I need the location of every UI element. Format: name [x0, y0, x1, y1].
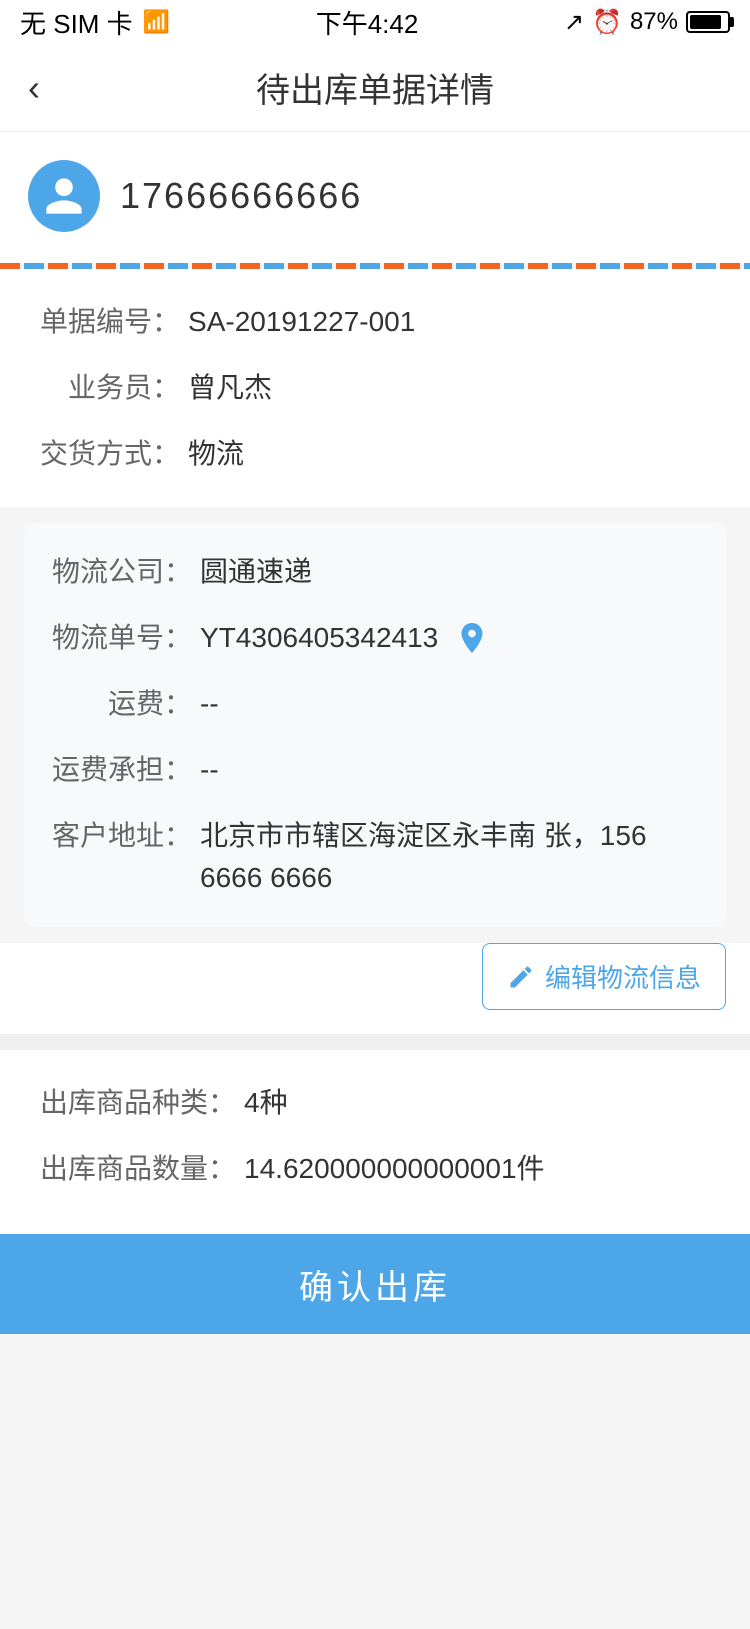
confirm-button[interactable]: 确认出库: [0, 1234, 750, 1334]
status-bar: 无 SIM 卡 📶 下午4:42 ↗ ⏰ 87%: [0, 0, 750, 44]
location-status-icon: ↗: [564, 8, 584, 37]
delivery-row: 交货方式： 物流: [40, 433, 710, 475]
edit-logistics-label: 编辑物流信息: [545, 958, 701, 995]
address-row: 客户地址： 北京市市辖区海淀区永丰南 张，156 6666 6666: [52, 815, 698, 899]
alarm-icon: ⏰: [592, 8, 622, 37]
order-no-row: 单据编号： SA-20191227-001: [40, 301, 710, 343]
freight-bearer-label: 运费承担：: [52, 749, 192, 791]
salesman-label: 业务员：: [40, 367, 180, 409]
tracking-value-row: YT43064053424​13: [192, 617, 698, 659]
goods-types-value: 4种: [236, 1082, 710, 1124]
tracking-row: 物流单号： YT43064053424​13: [52, 617, 698, 659]
content: 17666666666 单据编号： SA-20191227-001 业务员： 曾…: [0, 132, 750, 1629]
nav-bar: ‹ 待出库单据详情: [0, 44, 750, 132]
goods-quantity-row: 出库商品数量： 14.620000000000001件: [40, 1148, 710, 1190]
logistics-box: 物流公司： 圆通速递 物流单号： YT43064053424​13 运费： --…: [24, 523, 726, 927]
user-phone: 17666666666: [120, 175, 362, 217]
edit-btn-row: 编辑物流信息: [0, 943, 750, 1034]
freight-bearer-row: 运费承担： --: [52, 749, 698, 791]
avatar: [28, 160, 100, 232]
salesman-row: 业务员： 曾凡杰: [40, 367, 710, 409]
battery-fill: [690, 15, 721, 29]
logistics-company-label: 物流公司：: [52, 551, 192, 593]
user-icon: [42, 174, 86, 218]
battery-indicator: [686, 11, 730, 33]
goods-quantity-value: 14.620000000000001件: [236, 1148, 710, 1190]
tracking-label: 物流单号：: [52, 617, 192, 659]
status-left: 无 SIM 卡 📶: [20, 4, 170, 41]
freight-value: --: [192, 683, 698, 725]
logistics-company-value: 圆通速递: [192, 551, 698, 593]
goods-quantity-label: 出库商品数量：: [40, 1148, 236, 1190]
order-no-value: SA-20191227-001: [180, 301, 710, 343]
tracking-no: YT43064053424​13: [200, 617, 438, 659]
page-title: 待出库单据详情: [256, 63, 494, 112]
status-time: 下午4:42: [316, 4, 419, 41]
delivery-value: 物流: [180, 433, 710, 475]
confirm-button-label: 确认出库: [299, 1260, 451, 1309]
battery-icon: [686, 11, 730, 33]
freight-bearer-value: --: [192, 749, 698, 791]
edit-logistics-button[interactable]: 编辑物流信息: [482, 943, 726, 1010]
address-value: 北京市市辖区海淀区永丰南 张，156 6666 6666: [192, 815, 698, 899]
edit-icon: [507, 963, 535, 991]
salesman-value: 曾凡杰: [180, 367, 710, 409]
battery-text: 87%: [630, 8, 678, 36]
freight-label: 运费：: [52, 683, 192, 725]
empty-area: [0, 1329, 750, 1509]
freight-row: 运费： --: [52, 683, 698, 725]
status-right: ↗ ⏰ 87%: [564, 8, 730, 37]
order-info-section: 单据编号： SA-20191227-001 业务员： 曾凡杰 交货方式： 物流: [0, 269, 750, 507]
carrier-text: 无 SIM 卡: [20, 4, 133, 41]
back-button[interactable]: ‹: [28, 67, 40, 109]
goods-types-label: 出库商品种类：: [40, 1082, 236, 1124]
goods-types-row: 出库商品种类： 4种: [40, 1082, 710, 1124]
map-pin-icon[interactable]: [454, 620, 490, 656]
user-header: 17666666666: [0, 132, 750, 263]
wifi-icon: 📶: [143, 9, 170, 35]
section-separator: [0, 1034, 750, 1050]
goods-section: 出库商品种类： 4种 出库商品数量： 14.620000000000001件: [0, 1050, 750, 1222]
delivery-label: 交货方式：: [40, 433, 180, 475]
order-no-label: 单据编号：: [40, 301, 180, 343]
logistics-company-row: 物流公司： 圆通速递: [52, 551, 698, 593]
address-label: 客户地址：: [52, 815, 192, 857]
